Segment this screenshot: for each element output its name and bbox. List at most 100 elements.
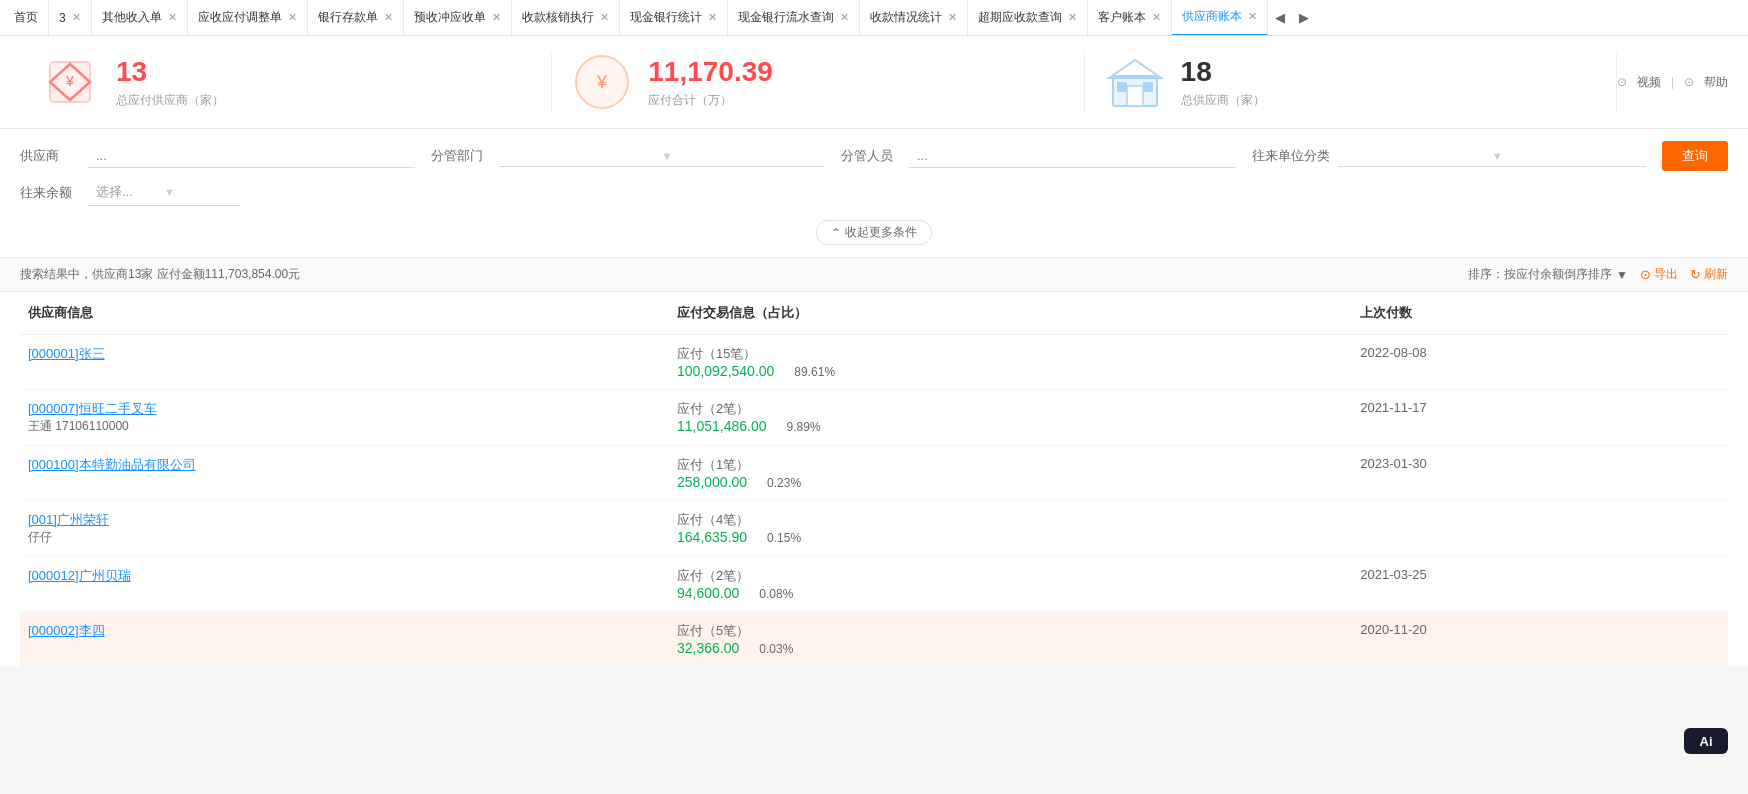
nav-tab-3-label: 3 [59,11,66,25]
nav-tab-3[interactable]: 3 ✕ [49,0,92,36]
dept-label: 分管部门 [431,147,491,165]
nav-tab-other-income[interactable]: 其他收入单 ✕ [92,0,188,36]
close-icon[interactable]: ✕ [1068,11,1077,24]
nav-tab-ap-adjust[interactable]: 应收应付调整单 ✕ [188,0,308,36]
nav-tab-home-label: 首页 [14,9,38,26]
ap-info-cell: 应付（1笔）258,000.000.23% [669,446,1352,501]
total-suppliers-label: 总供应商（家） [1181,92,1265,109]
supplier-note: 仔仔 [28,530,52,544]
close-icon[interactable]: ✕ [384,11,393,24]
dept-select[interactable]: ▼ [499,146,826,167]
ap-amount: 11,051,486.00 [677,418,767,434]
nav-tab-supplier-acct[interactable]: 供应商账本 ✕ [1172,0,1268,36]
supplier-input[interactable] [88,144,415,168]
close-icon[interactable]: ✕ [840,11,849,24]
result-summary-text: 搜索结果中，供应商13家 应付金额111,703,854.00元 [20,266,300,283]
nav-tab-advance-label: 预收冲应收单 [414,9,486,26]
nav-tab-collection-exec[interactable]: 收款核销执行 ✕ [512,0,620,36]
nav-tab-cash-bank-flow[interactable]: 现金银行流水查询 ✕ [728,0,860,36]
close-icon[interactable]: ✕ [1248,10,1257,23]
sort-button[interactable]: 排序：按应付余额倒序排序 ▼ [1468,266,1628,283]
ap-amount: 164,635.90 [677,529,747,545]
export-icon: ⊙ [1640,267,1651,282]
nav-tab-bank-deposit-label: 银行存款单 [318,9,378,26]
collapse-label: 收起更多条件 [845,224,917,241]
close-icon[interactable]: ✕ [948,11,957,24]
supplier-link[interactable]: [000007]恒旺二手叉车 [28,401,157,416]
nav-tab-customer-acct[interactable]: 客户账本 ✕ [1088,0,1172,36]
supplier-info-cell: [000001]张三 [20,335,669,390]
supplier-info-cell: [000007]恒旺二手叉车王通 17106110000 [20,390,669,446]
supplier-link[interactable]: [000002]李四 [28,623,105,638]
col-supplier-info: 供应商信息 [20,292,669,335]
supplier-link[interactable]: [000012]广州贝瑞 [28,568,131,583]
ap-amount: 100,092,540.00 [677,363,774,379]
nav-tab-bank-deposit[interactable]: 银行存款单 ✕ [308,0,404,36]
last-pay-date: 2020-11-20 [1360,622,1427,637]
refresh-icon: ↻ [1690,267,1701,282]
chevron-down-icon: ▼ [662,150,817,162]
nav-arrow-right[interactable]: ▶ [1292,0,1316,36]
chevron-up-icon: ⌃ [831,226,841,240]
close-icon[interactable]: ✕ [288,11,297,24]
filter-balance: 往来余额 选择... ▼ [20,179,240,206]
nav-tab-cash-bank-stat[interactable]: 现金银行统计 ✕ [620,0,728,36]
close-icon[interactable]: ✕ [168,11,177,24]
refresh-button[interactable]: ↻ 刷新 [1690,266,1728,283]
summary-info-payable-suppliers: 13 总应付供应商（家） [116,55,224,110]
ap-count-label: 应付（1笔） [677,457,749,472]
summary-card-payable-suppliers: ¥ 13 总应付供应商（家） [20,52,552,112]
balance-select[interactable]: 选择... ▼ [88,179,240,206]
total-suppliers-count: 18 [1181,55,1265,89]
nav-tab-home[interactable]: 首页 [4,0,49,36]
help-link[interactable]: 帮助 [1704,74,1728,91]
supplier-label: 供应商 [20,147,80,165]
supplier-link[interactable]: [000100]本特勤油品有限公司 [28,457,196,472]
supplier-link[interactable]: [001]广州荣轩 [28,512,109,527]
category-select[interactable]: ▼ [1338,146,1647,167]
export-button[interactable]: ⊙ 导出 [1640,266,1678,283]
data-table-wrapper: 供应商信息 应付交易信息（占比） 上次付数 [000001]张三 应付（15笔） 1… [0,292,1748,667]
close-icon[interactable]: ✕ [708,11,717,24]
nav-tab-collection-stat[interactable]: 收款情况统计 ✕ [860,0,968,36]
filter-area: 供应商 分管部门 ▼ 分管人员 往来单位分类 ▼ 查询 往来余额 选择 [0,129,1748,258]
ap-count-label: 应付（15笔） [677,346,756,361]
chevron-down-icon: ▼ [1492,150,1638,162]
video-link[interactable]: 视频 [1637,74,1661,91]
total-payable-amount: 11,170.39 [648,55,773,89]
ap-info-cell: 应付（2笔）11,051,486.009.89% [669,390,1352,446]
summary-card-total-suppliers: 18 总供应商（家） [1085,52,1617,112]
col-ap-info: 应付交易信息（占比） [669,292,1352,335]
table-row: [000012]广州贝瑞应付（2笔）94,600.000.08%2021-03-… [20,557,1728,612]
ap-percent: 0.03% [759,642,793,656]
top-right-links: ⊙ 视频 | ⊙ 帮助 [1617,74,1728,91]
filter-row-1: 供应商 分管部门 ▼ 分管人员 往来单位分类 ▼ 查询 [20,141,1728,171]
table-header: 供应商信息 应付交易信息（占比） 上次付数 [20,292,1728,335]
chevron-down-icon: ▼ [164,186,232,198]
nav-tab-overdue[interactable]: 超期应收款查询 ✕ [968,0,1088,36]
nav-arrow-left[interactable]: ◀ [1268,0,1292,36]
query-button[interactable]: 查询 [1662,141,1728,171]
person-input[interactable] [909,144,1236,168]
ap-count-label: 应付（5笔） [677,623,749,638]
last-pay-cell: 2023-01-30 [1352,446,1728,501]
nav-tab-collection-stat-label: 收款情况统计 [870,9,942,26]
supplier-info-cell: [000002]李四 [20,612,669,667]
supplier-link[interactable]: [000001]张三 [28,346,105,361]
col-last-pay: 上次付数 [1352,292,1728,335]
svg-rect-7 [1127,86,1143,106]
close-icon[interactable]: ✕ [492,11,501,24]
close-icon[interactable]: ✕ [1152,11,1161,24]
ap-info-cell: 应付（4笔）164,635.900.15% [669,501,1352,557]
summary-info-total-payable: 11,170.39 应付合计（万） [648,55,773,110]
ap-amount: 32,366.00 [677,640,739,656]
supplier-info-cell: [001]广州荣轩仔仔 [20,501,669,557]
last-pay-cell: 2020-11-20 [1352,612,1728,667]
collapse-button[interactable]: ⌃ 收起更多条件 [816,220,932,245]
nav-tab-advance[interactable]: 预收冲应收单 ✕ [404,0,512,36]
last-pay-cell [1352,501,1728,557]
close-icon[interactable]: ✕ [72,11,81,24]
close-icon[interactable]: ✕ [600,11,609,24]
ap-percent: 89.61% [794,365,835,379]
filter-dept: 分管部门 ▼ [431,146,826,167]
